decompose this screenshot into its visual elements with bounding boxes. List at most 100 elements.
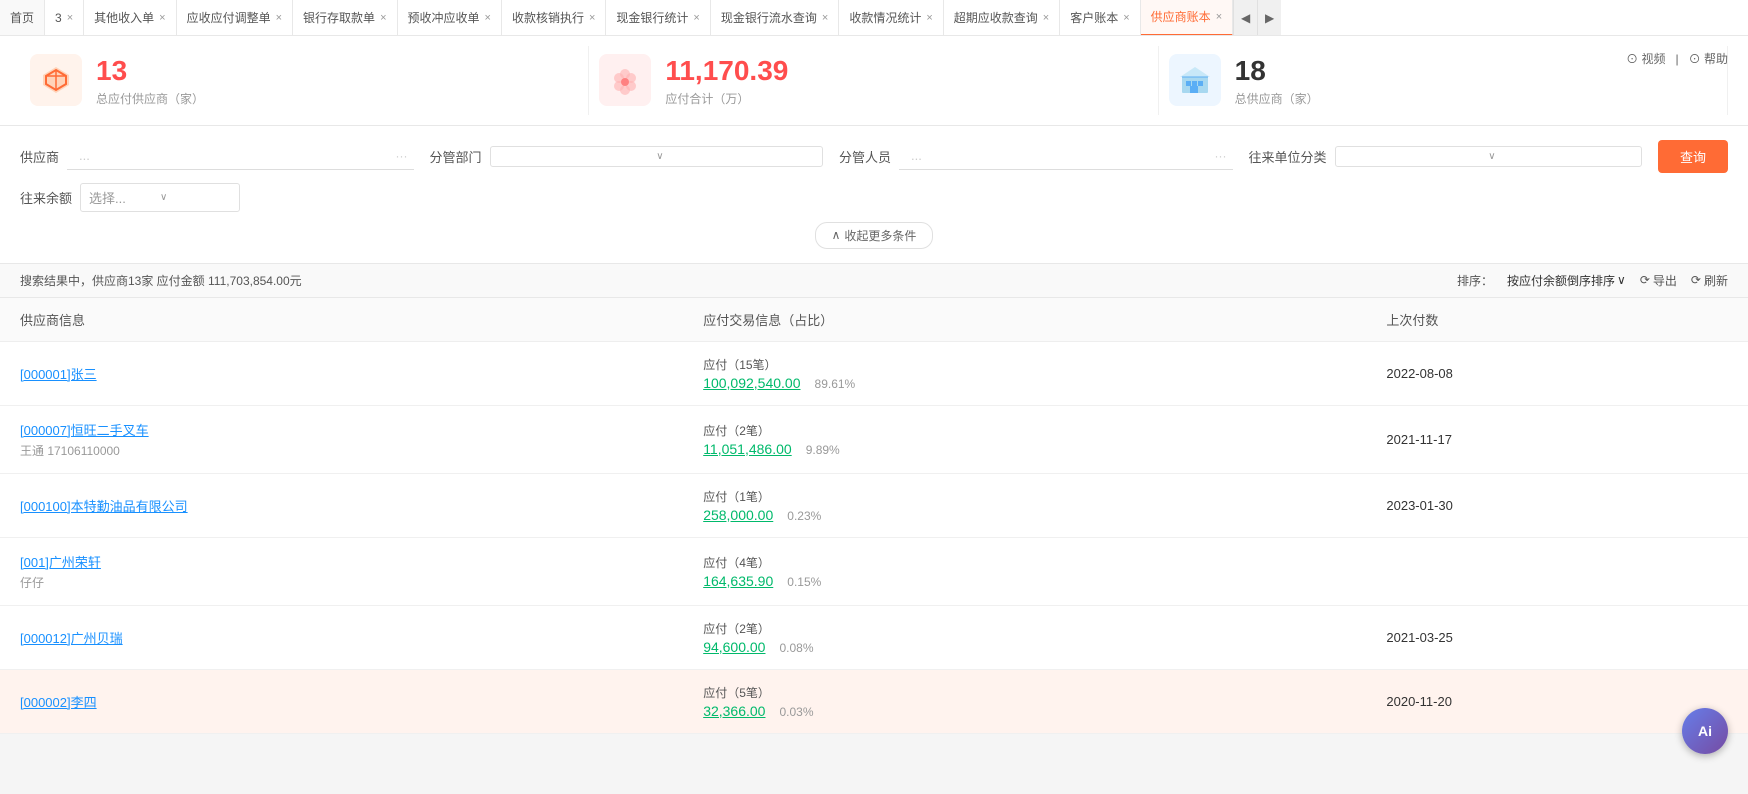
table-header: 供应商信息 应付交易信息（占比） 上次付数 [0, 298, 1748, 342]
pay-label-4: 应付（2笔） [703, 620, 1386, 637]
stats-label-suppliers-payable: 总应付供应商（家） [96, 90, 204, 107]
nav-tab-receipt-stat[interactable]: 收款情况统计 × [839, 0, 943, 36]
stats-item-suppliers-payable: 13 总应付供应商（家） [20, 46, 589, 115]
stats-num-suppliers-payable: 13 [96, 54, 204, 88]
pay-amount-1[interactable]: 11,051,486.00 [703, 441, 792, 457]
sort-select[interactable]: 按应付余额倒序排序 ∨ [1507, 272, 1626, 289]
collapse-button[interactable]: ∧ 收起更多条件 [815, 222, 934, 249]
filter-row-2: 往来余额 选择... ∨ [20, 183, 1728, 212]
nav-tab-other-income[interactable]: 其他收入单 × [84, 0, 176, 36]
filter-label-balance: 往来余额 [20, 188, 72, 207]
flower-icon [599, 54, 651, 106]
table-row: [000002]李四 应付（5笔） 32,366.00 0.03% 2020-1… [0, 670, 1748, 734]
table-container: 供应商信息 应付交易信息（占比） 上次付数 [000001]张三 应付（15笔）… [0, 298, 1748, 734]
result-actions: 排序： 按应付余额倒序排序 ∨ ⟳ 导出 ⟳ 刷新 [1457, 272, 1728, 289]
filter-label-supplier: 供应商 [20, 147, 59, 166]
pay-info-0: 应付（15笔） 100,092,540.00 89.61% [703, 356, 1386, 391]
nav-tab-cash-bank-stat[interactable]: 现金银行统计 × [606, 0, 710, 36]
table-row: [000012]广州贝瑞 应付（2笔） 94,600.00 0.08% 2021… [0, 606, 1748, 670]
supplier-input-wrapper: ··· [67, 142, 413, 170]
export-link[interactable]: ⟳ 导出 [1640, 272, 1677, 289]
nav-tab-bank-deposit[interactable]: 银行存取款单 × [293, 0, 397, 36]
close-tab-pre-ar[interactable]: × [485, 12, 491, 24]
nav-tab-pre-ar[interactable]: 预收冲应收单 × [398, 0, 502, 36]
nav-arrow-right[interactable]: ▶ [1257, 0, 1281, 36]
table-header-pay-info: 应付交易信息（占比） [703, 310, 1386, 329]
close-tab-receipt-stat[interactable]: × [926, 12, 932, 24]
video-link[interactable]: ⊙ 视频 [1626, 50, 1665, 67]
close-tab-bank-deposit[interactable]: × [380, 12, 386, 24]
close-tab-ar-ap-adjust[interactable]: × [276, 12, 282, 24]
help-link[interactable]: ⊙ 帮助 [1689, 50, 1728, 67]
pay-info-4: 应付（2笔） 94,600.00 0.08% [703, 620, 1386, 655]
person-dots-icon: ··· [1215, 149, 1227, 163]
last-pay-5: 2020-11-20 [1386, 694, 1728, 709]
export-icon: ⟳ [1640, 273, 1650, 287]
video-icon: ⊙ [1626, 52, 1638, 66]
refresh-icon: ⟳ [1691, 273, 1701, 287]
pay-label-3: 应付（4笔） [703, 554, 1386, 571]
result-bar: 搜索结果中，供应商13家 应付金额 111,703,854.00元 排序： 按应… [0, 264, 1748, 298]
close-tab-3[interactable]: × [67, 12, 73, 24]
pay-info-1: 应付（2笔） 11,051,486.00 9.89% [703, 422, 1386, 457]
supplier-link-0[interactable]: [000001]张三 [20, 367, 97, 382]
supplier-info-0: [000001]张三 [20, 364, 703, 383]
supplier-link-4[interactable]: [000012]广州贝瑞 [20, 631, 123, 646]
nav-tab-receipt-verify[interactable]: 收款核销执行 × [502, 0, 606, 36]
supplier-link-3[interactable]: [001]广州荣轩 [20, 555, 101, 570]
nav-arrow-left[interactable]: ◀ [1233, 0, 1257, 36]
close-tab-other-income[interactable]: × [159, 12, 165, 24]
person-input[interactable] [905, 144, 1214, 167]
nav-tab-customer-book[interactable]: 客户账本 × [1060, 0, 1140, 36]
help-icon: ⊙ [1689, 52, 1701, 66]
nav-tab-supplier-book[interactable]: 供应商账本 × [1141, 0, 1233, 36]
nav-tab-ar-ap-adjust[interactable]: 应收应付调整单 × [177, 0, 293, 36]
supplier-link-1[interactable]: [000007]恒旺二手叉车 [20, 423, 149, 438]
close-tab-customer-book[interactable]: × [1123, 12, 1129, 24]
nav-tab-overdue-ar[interactable]: 超期应收款查询 × [944, 0, 1060, 36]
diamond-icon [30, 54, 82, 106]
collapse-arrow-icon: ∧ [832, 228, 841, 242]
balance-select[interactable]: 选择... ∨ [80, 183, 240, 212]
close-tab-receipt-verify[interactable]: × [589, 12, 595, 24]
table-row: [000100]本特勤油品有限公司 应付（1笔） 258,000.00 0.23… [0, 474, 1748, 538]
pay-amount-4[interactable]: 94,600.00 [703, 639, 765, 655]
stats-num-total-suppliers: 18 [1235, 54, 1319, 88]
nav-tab-cash-bank-flow[interactable]: 现金银行流水查询 × [711, 0, 839, 36]
supplier-sub-3: 仔仔 [20, 574, 703, 591]
supplier-info-5: [000002]李四 [20, 692, 703, 711]
pay-percent-1: 9.89% [806, 443, 840, 457]
supplier-link-2[interactable]: [000100]本特勤油品有限公司 [20, 499, 188, 514]
pay-amount-0[interactable]: 100,092,540.00 [703, 375, 800, 391]
supplier-info-1: [000007]恒旺二手叉车 王通 17106110000 [20, 420, 703, 459]
last-pay-4: 2021-03-25 [1386, 630, 1728, 645]
supplier-info-4: [000012]广州贝瑞 [20, 628, 703, 647]
pay-label-0: 应付（15笔） [703, 356, 1386, 373]
pay-amount-3[interactable]: 164,635.90 [703, 573, 773, 589]
filter-field-category: 往来单位分类 ∨ [1249, 146, 1643, 167]
table-row: [000007]恒旺二手叉车 王通 17106110000 应付（2笔） 11,… [0, 406, 1748, 474]
help-divider: | [1676, 52, 1679, 66]
supplier-link-5[interactable]: [000002]李四 [20, 695, 97, 710]
close-tab-supplier-book[interactable]: × [1216, 11, 1222, 23]
table-row: [000001]张三 应付（15笔） 100,092,540.00 89.61%… [0, 342, 1748, 406]
close-tab-overdue-ar[interactable]: × [1043, 12, 1049, 24]
category-select[interactable]: ∨ [1335, 146, 1642, 167]
person-input-wrapper: ··· [899, 142, 1232, 170]
dept-select[interactable]: ∨ [490, 146, 823, 167]
store-icon [1169, 54, 1221, 106]
close-tab-cash-bank-flow[interactable]: × [822, 12, 828, 24]
pay-amount-5[interactable]: 32,366.00 [703, 703, 765, 719]
last-pay-1: 2021-11-17 [1386, 432, 1728, 447]
dept-select-arrow: ∨ [656, 151, 814, 162]
pay-amount-2[interactable]: 258,000.00 [703, 507, 773, 523]
nav-tab-home[interactable]: 首页 [0, 0, 45, 36]
supplier-input[interactable] [73, 144, 395, 167]
nav-tab-3[interactable]: 3 × [45, 0, 84, 36]
stats-label-total-suppliers: 总供应商（家） [1235, 90, 1319, 107]
ai-button[interactable]: Ai [1682, 708, 1728, 754]
supplier-info-3: [001]广州荣轩 仔仔 [20, 552, 703, 591]
close-tab-cash-bank-stat[interactable]: × [693, 12, 699, 24]
refresh-link[interactable]: ⟳ 刷新 [1691, 272, 1728, 289]
query-button[interactable]: 查询 [1658, 140, 1728, 173]
